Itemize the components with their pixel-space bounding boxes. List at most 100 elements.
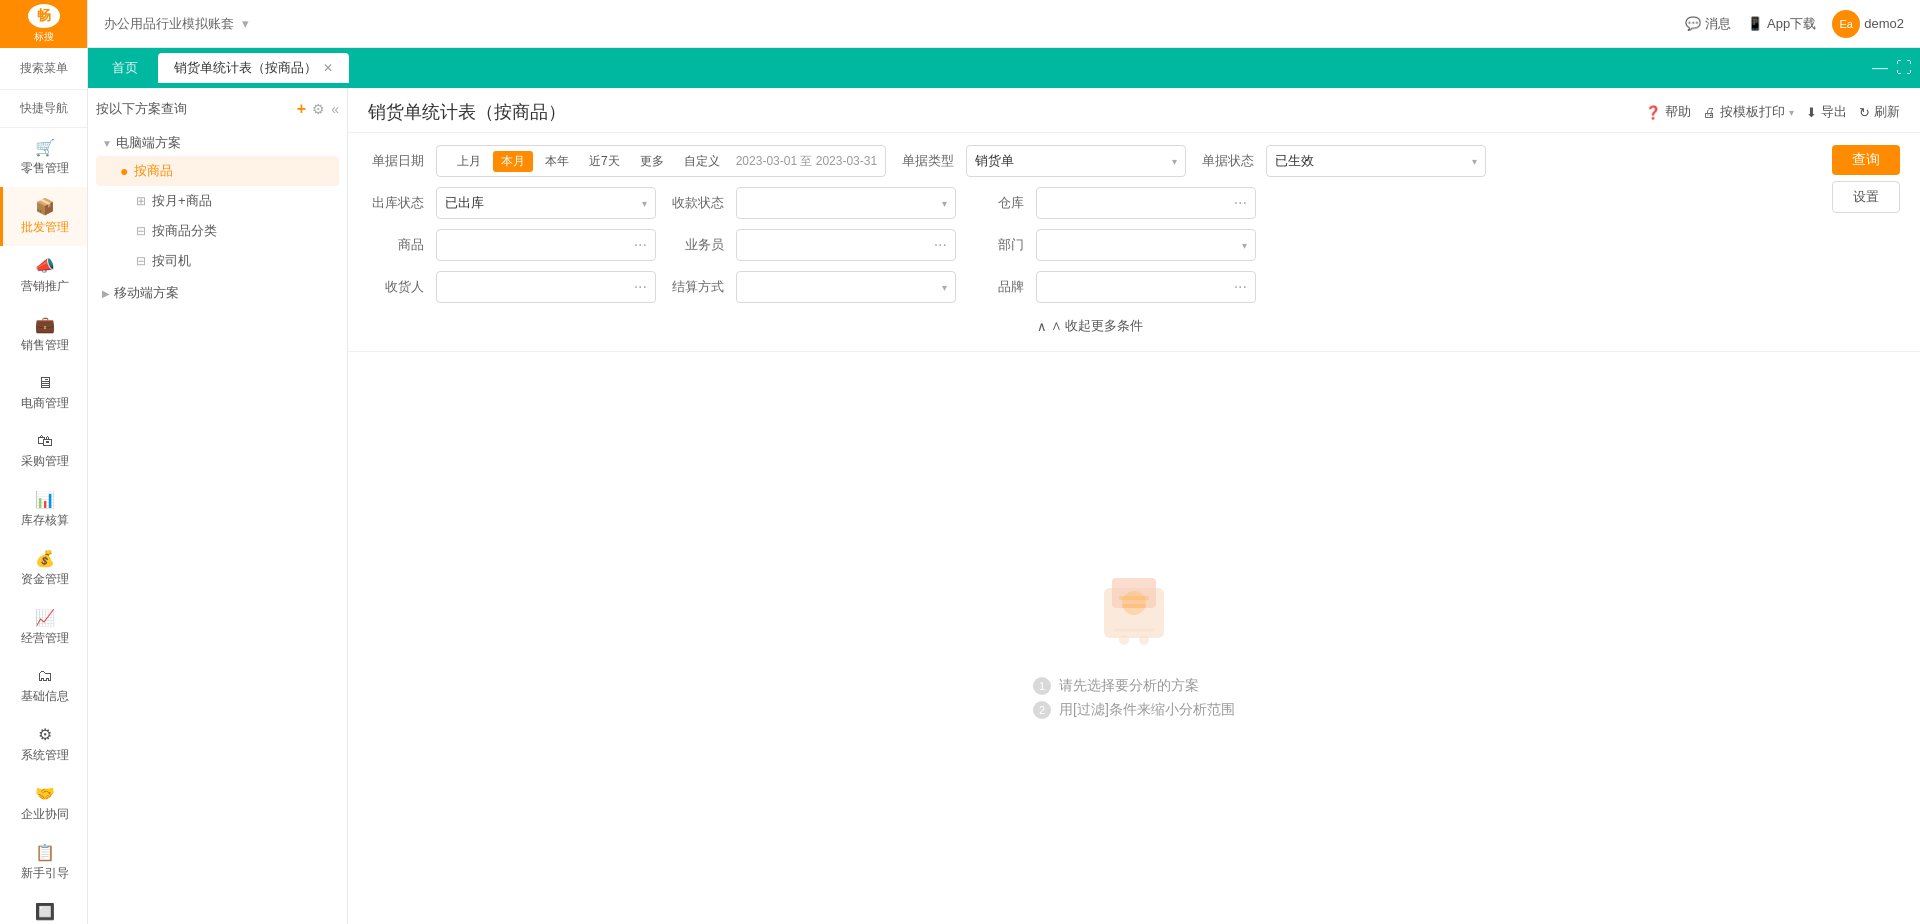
payment-method-label: 结算方式 bbox=[668, 278, 724, 296]
sidebar-item-cooperation[interactable]: 🤝 企业协同 bbox=[0, 774, 87, 833]
date-tab-this-month[interactable]: 本月 bbox=[493, 151, 533, 172]
date-tab-custom[interactable]: 自定义 bbox=[676, 151, 728, 172]
sidebar-item-sales[interactable]: 💼 销售管理 bbox=[0, 305, 87, 364]
tree-section-mobile[interactable]: ▶ 移动端方案 bbox=[96, 280, 339, 306]
receipt-status-label: 收款状态 bbox=[668, 194, 724, 212]
print-link[interactable]: 🖨 按模板打印 ▾ bbox=[1703, 103, 1794, 121]
collapse-icon: ∧ bbox=[1037, 319, 1047, 334]
goods-dots-icon[interactable]: ··· bbox=[634, 236, 647, 254]
tip-2-text: 用[过滤]条件来缩小分析范围 bbox=[1059, 701, 1235, 719]
system-icon: ⚙ bbox=[38, 725, 52, 744]
recipient-dots-icon[interactable]: ··· bbox=[634, 278, 647, 296]
user-name: demo2 bbox=[1864, 16, 1904, 31]
sidebar-item-inventory[interactable]: 📊 库存核算 bbox=[0, 480, 87, 539]
date-tab-more[interactable]: 更多 bbox=[632, 151, 672, 172]
sidebar-search[interactable]: 搜索菜单 bbox=[0, 48, 87, 90]
tab-maximize-button[interactable]: ⛶ bbox=[1896, 59, 1912, 77]
tab-sales-stats[interactable]: 销货单统计表（按商品） ✕ bbox=[158, 53, 349, 83]
department-label: 部门 bbox=[968, 236, 1024, 254]
date-tab-last-month[interactable]: 上月 bbox=[449, 151, 489, 172]
receipt-status-control[interactable]: ▾ bbox=[736, 187, 956, 219]
date-tab-7days[interactable]: 近7天 bbox=[581, 151, 628, 172]
query-button[interactable]: 查询 bbox=[1832, 145, 1900, 175]
sidebar-item-basic[interactable]: 🗂 基础信息 bbox=[0, 657, 87, 715]
payment-method-control[interactable]: ▾ bbox=[736, 271, 956, 303]
settings-button[interactable]: 设置 bbox=[1832, 181, 1900, 213]
sidebar-item-label: 经营管理 bbox=[21, 630, 69, 647]
export-link[interactable]: ⬇ 导出 bbox=[1806, 103, 1847, 121]
doc-status-label: 单据状态 bbox=[1198, 152, 1254, 170]
avatar: Ea bbox=[1832, 10, 1860, 38]
doc-type-control[interactable]: 销货单 ▾ bbox=[966, 145, 1186, 177]
sidebar-item-system[interactable]: ⚙ 系统管理 bbox=[0, 715, 87, 774]
sidebar-item-label: 新手引导 bbox=[21, 865, 69, 882]
tree-arrow-right-icon: ▶ bbox=[102, 288, 110, 299]
sidebar-item-label: 系统管理 bbox=[21, 747, 69, 764]
brand-control[interactable]: ··· bbox=[1036, 271, 1256, 303]
tab-home[interactable]: 首页 bbox=[96, 53, 154, 83]
tree-item-goods-category[interactable]: ⊟ 按商品分类 bbox=[96, 216, 339, 246]
tree-item-label: 按商品分类 bbox=[152, 222, 217, 240]
tab-minimize-button[interactable]: — bbox=[1872, 59, 1888, 77]
storage-control[interactable]: ··· bbox=[1036, 187, 1256, 219]
sidebar-item-wholesale[interactable]: 📦 批发管理 bbox=[0, 187, 87, 246]
sidebar-item-guide[interactable]: 📋 新手引导 bbox=[0, 833, 87, 892]
collapse-panel-button[interactable]: « bbox=[331, 100, 339, 118]
salesperson-dots-icon[interactable]: ··· bbox=[934, 236, 947, 254]
sidebar-item-retail[interactable]: 🛒 零售管理 bbox=[0, 128, 87, 187]
date-filter-control[interactable]: 上月 本月 本年 近7天 更多 自定义 2023-03-01 至 2023-03… bbox=[436, 145, 886, 177]
salesperson-control[interactable]: ··· bbox=[736, 229, 956, 261]
warehouse-control[interactable]: 已出库 ▾ bbox=[436, 187, 656, 219]
tree-item-by-goods[interactable]: ● 按商品 bbox=[96, 156, 339, 186]
tree-section-desktop[interactable]: ▼ 电脑端方案 bbox=[96, 130, 339, 156]
sidebar-item-marketing[interactable]: 📣 营销推广 bbox=[0, 246, 87, 305]
ecommerce-icon: 🖥 bbox=[37, 374, 53, 392]
storage-dots-icon[interactable]: ··· bbox=[1234, 194, 1247, 212]
help-link[interactable]: ❓ 帮助 bbox=[1645, 103, 1691, 121]
refresh-link[interactable]: ↻ 刷新 bbox=[1859, 103, 1900, 121]
scheme-settings-button[interactable]: ⚙ bbox=[312, 100, 325, 118]
tree-item-label: 按商品 bbox=[134, 162, 173, 180]
inventory-icon: 📊 bbox=[35, 490, 55, 509]
doc-status-arrow-icon: ▾ bbox=[1472, 156, 1477, 167]
tree-arrow-down-icon: ▼ bbox=[102, 138, 112, 149]
sidebar: 畅 标搜 搜索菜单 快捷导航 🛒 零售管理 📦 批发管理 📣 营销推广 💼 销售… bbox=[0, 0, 88, 924]
sidebar-item-finance[interactable]: 💰 资金管理 bbox=[0, 539, 87, 598]
doc-status-control[interactable]: 已生效 ▾ bbox=[1266, 145, 1486, 177]
message-button[interactable]: 💬 消息 bbox=[1685, 15, 1731, 33]
collapse-filter-button[interactable]: ∧ ∧ 收起更多条件 bbox=[1025, 313, 1156, 339]
add-scheme-button[interactable]: + bbox=[297, 100, 306, 118]
sidebar-item-label: 批发管理 bbox=[21, 219, 69, 236]
app-download-button[interactable]: 📱 App下载 bbox=[1747, 15, 1816, 33]
apps-icon: 🔲 bbox=[35, 902, 55, 921]
sidebar-item-ecommerce[interactable]: 🖥 电商管理 bbox=[0, 364, 87, 422]
date-label: 单据日期 bbox=[368, 152, 424, 170]
header-left: 办公用品行业模拟账套 ▾ bbox=[104, 15, 249, 33]
sidebar-item-apps[interactable]: 🔲 应用中心 bbox=[0, 892, 87, 924]
sidebar-quick-nav[interactable]: 快捷导航 bbox=[0, 90, 87, 128]
recipient-control[interactable]: ··· bbox=[436, 271, 656, 303]
brand-dots-icon[interactable]: ··· bbox=[1234, 278, 1247, 296]
quick-nav-button[interactable]: 快捷导航 bbox=[0, 94, 87, 123]
user-menu[interactable]: Ea demo2 bbox=[1832, 10, 1904, 38]
sidebar-item-label: 销售管理 bbox=[21, 337, 69, 354]
sidebar-item-operations[interactable]: 📈 经营管理 bbox=[0, 598, 87, 657]
sidebar-item-label: 电商管理 bbox=[21, 395, 69, 412]
industry-dropdown-icon[interactable]: ▾ bbox=[242, 16, 249, 31]
department-control[interactable]: ▾ bbox=[1036, 229, 1256, 261]
sidebar-menu: 🛒 零售管理 📦 批发管理 📣 营销推广 💼 销售管理 🖥 电商管理 🛍 采购管… bbox=[0, 128, 87, 924]
basic-icon: 🗂 bbox=[37, 667, 53, 685]
sidebar-item-label: 零售管理 bbox=[21, 160, 69, 177]
goods-control[interactable]: ··· bbox=[436, 229, 656, 261]
tab-close-icon[interactable]: ✕ bbox=[323, 61, 333, 75]
svg-point-6 bbox=[1119, 635, 1129, 645]
search-menu-button[interactable]: 搜索菜单 bbox=[6, 56, 81, 81]
sub-item-icon: ⊟ bbox=[136, 224, 146, 238]
sidebar-item-label: 基础信息 bbox=[21, 688, 69, 705]
finance-icon: 💰 bbox=[35, 549, 55, 568]
tree-item-driver[interactable]: ⊟ 按司机 bbox=[96, 246, 339, 276]
tree-item-month-goods[interactable]: ⊞ 按月+商品 bbox=[96, 186, 339, 216]
date-tab-this-year[interactable]: 本年 bbox=[537, 151, 577, 172]
sidebar-item-purchase[interactable]: 🛍 采购管理 bbox=[0, 422, 87, 480]
tree-item-label: 按月+商品 bbox=[152, 192, 212, 210]
